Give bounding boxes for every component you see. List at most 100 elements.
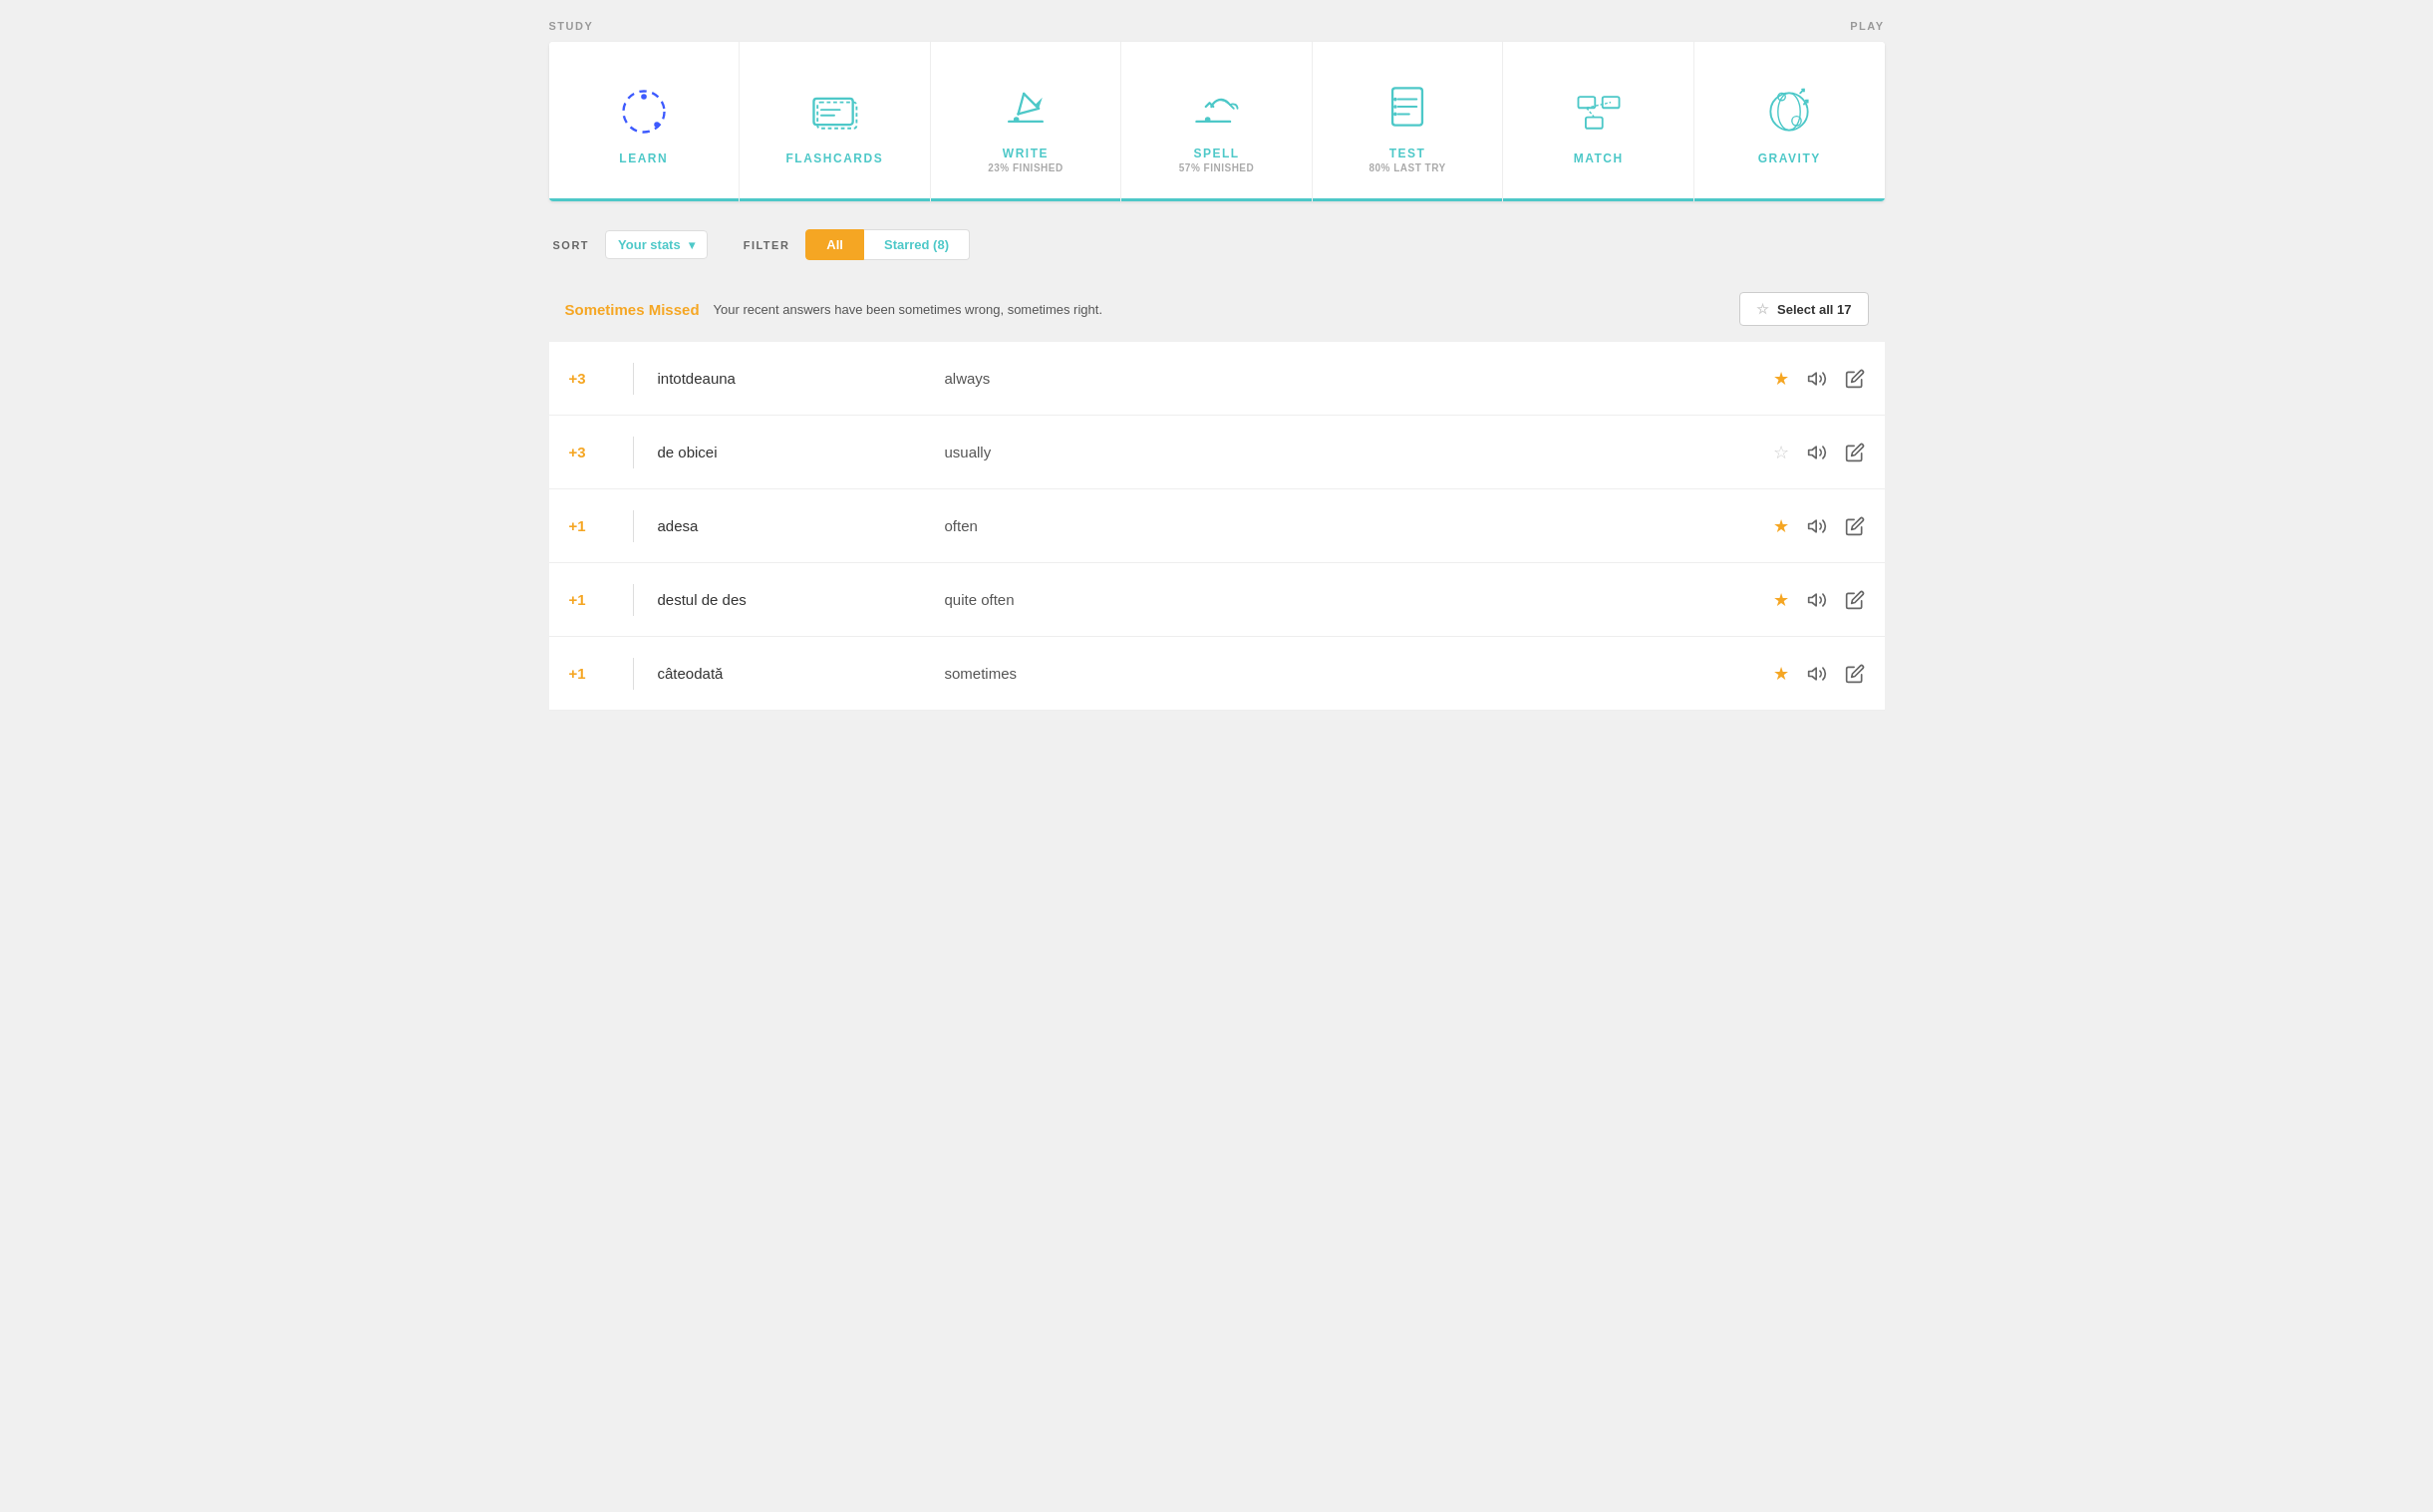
study-label: STUDY: [549, 20, 594, 32]
vocab-definition: often: [937, 517, 1753, 534]
term-divider: [633, 363, 634, 395]
term-divider: [633, 584, 634, 616]
section-title: Sometimes Missed: [565, 301, 700, 318]
filter-tab-starred[interactable]: Starred (8): [864, 229, 970, 260]
chevron-down-icon: ▾: [689, 238, 695, 252]
star-icon[interactable]: ★: [1773, 589, 1789, 611]
section-description: Your recent answers have been sometimes …: [714, 302, 1102, 317]
speaker-icon[interactable]: [1807, 369, 1827, 389]
speaker-icon[interactable]: [1807, 443, 1827, 462]
svg-line-9: [1024, 93, 1039, 108]
svg-point-2: [654, 122, 660, 128]
svg-marker-32: [1808, 520, 1816, 532]
score-badge: +3: [569, 370, 609, 387]
vocab-actions: ★: [1753, 589, 1865, 611]
svg-point-19: [1393, 105, 1397, 109]
edit-icon[interactable]: [1845, 664, 1865, 684]
speaker-icon[interactable]: [1807, 516, 1827, 536]
speaker-icon[interactable]: [1807, 590, 1827, 610]
svg-marker-34: [1808, 668, 1816, 680]
vocab-definition: usually: [937, 444, 1753, 460]
svg-point-27: [1778, 93, 1800, 130]
activity-card-test[interactable]: TEST 80% LAST TRY: [1313, 42, 1504, 201]
activity-card-spell[interactable]: SPELL 57% FINISHED: [1121, 42, 1313, 201]
controls-bar: SORT Your stats ▾ FILTER All Starred (8): [549, 229, 1885, 260]
vocab-definition: always: [937, 370, 1753, 387]
flashcards-icon: [804, 82, 864, 142]
star-outline-icon[interactable]: ☆: [1773, 442, 1789, 463]
filter-tab-all[interactable]: All: [805, 229, 864, 260]
test-title: TEST: [1389, 147, 1426, 160]
flashcards-title: FLASHCARDS: [786, 151, 884, 165]
vocab-item: +1 adesa often ★: [549, 489, 1885, 563]
match-icon: [1569, 82, 1629, 142]
activity-card-match[interactable]: MATCH: [1503, 42, 1694, 201]
svg-point-8: [1014, 117, 1020, 123]
write-icon: [996, 77, 1056, 137]
activity-card-flashcards[interactable]: FLASHCARDS: [740, 42, 931, 201]
test-icon: [1377, 77, 1437, 137]
svg-marker-31: [1808, 447, 1816, 458]
filter-label: FILTER: [744, 239, 790, 251]
score-badge: +1: [569, 591, 609, 608]
vocab-actions: ★: [1753, 515, 1865, 537]
svg-line-11: [1018, 108, 1039, 114]
vocab-list: +3 intotdeauna always ★ +3 de obicei: [549, 340, 1885, 711]
gravity-icon: [1759, 82, 1819, 142]
svg-point-26: [1771, 93, 1808, 130]
edit-icon[interactable]: [1845, 516, 1865, 536]
speaker-icon[interactable]: [1807, 664, 1827, 684]
score-badge: +3: [569, 444, 609, 460]
vocab-term: destul de des: [658, 591, 937, 608]
write-subtitle: 23% FINISHED: [988, 162, 1063, 173]
select-all-button[interactable]: ☆ Select all 17: [1739, 292, 1868, 326]
vocab-actions: ★: [1753, 368, 1865, 390]
test-subtitle: 80% LAST TRY: [1369, 162, 1445, 173]
vocab-definition: sometimes: [937, 665, 1753, 682]
vocab-item: +1 destul de des quite often ★: [549, 563, 1885, 637]
svg-line-10: [1018, 93, 1024, 114]
vocab-item: +3 de obicei usually ☆: [549, 416, 1885, 489]
vocab-actions: ☆: [1753, 442, 1865, 463]
edit-icon[interactable]: [1845, 369, 1865, 389]
svg-line-25: [1587, 108, 1594, 117]
section-title-group: Sometimes Missed Your recent answers hav…: [565, 301, 1103, 318]
edit-icon[interactable]: [1845, 590, 1865, 610]
svg-point-18: [1393, 97, 1397, 101]
write-title: WRITE: [1003, 147, 1049, 160]
learn-title: LEARN: [619, 151, 668, 165]
spell-title: SPELL: [1193, 147, 1239, 160]
svg-point-13: [1204, 117, 1210, 123]
svg-point-20: [1393, 112, 1397, 116]
play-label: PLAY: [1850, 20, 1884, 32]
svg-rect-23: [1586, 118, 1603, 129]
vocab-item: +1 câteodată sometimes ★: [549, 637, 1885, 711]
edit-icon[interactable]: [1845, 443, 1865, 462]
activity-card-gravity[interactable]: GRAVITY: [1694, 42, 1885, 201]
term-divider: [633, 437, 634, 468]
star-icon[interactable]: ★: [1773, 663, 1789, 685]
spell-icon: [1187, 77, 1247, 137]
vocab-term: de obicei: [658, 444, 937, 460]
star-icon[interactable]: ★: [1773, 368, 1789, 390]
gravity-title: GRAVITY: [1758, 151, 1821, 165]
filter-tabs: All Starred (8): [805, 229, 970, 260]
vocab-term: câteodată: [658, 665, 937, 682]
star-icon[interactable]: ★: [1773, 515, 1789, 537]
svg-marker-33: [1808, 594, 1816, 606]
match-title: MATCH: [1574, 151, 1624, 165]
vocab-term: intotdeauna: [658, 370, 937, 387]
activity-card-learn[interactable]: LEARN: [549, 42, 741, 201]
sort-label: SORT: [553, 239, 590, 251]
score-badge: +1: [569, 517, 609, 534]
star-outline-icon: ☆: [1756, 301, 1769, 317]
svg-marker-30: [1808, 373, 1816, 385]
sort-value: Your stats: [618, 237, 681, 252]
term-divider: [633, 510, 634, 542]
activity-card-write[interactable]: WRITE 23% FINISHED: [931, 42, 1122, 201]
learn-icon: [614, 82, 674, 142]
sort-dropdown[interactable]: Your stats ▾: [605, 230, 708, 259]
svg-point-1: [641, 94, 647, 100]
vocab-term: adesa: [658, 517, 937, 534]
term-divider: [633, 658, 634, 690]
